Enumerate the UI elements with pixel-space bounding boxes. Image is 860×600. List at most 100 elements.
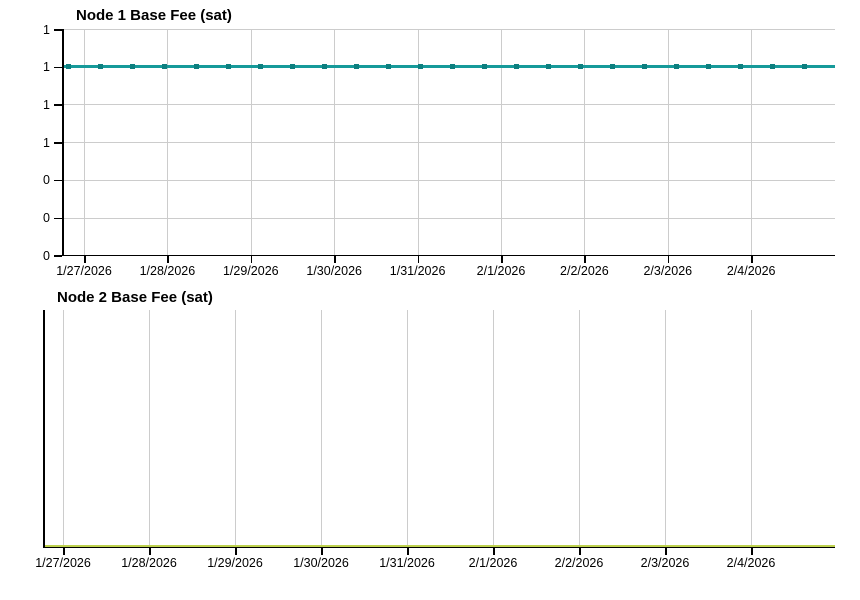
x-tick-mark xyxy=(584,256,586,263)
fee-charts-dashboard: Node 1 Base Fee (sat) 11110001/27/20261/… xyxy=(0,0,860,600)
x-tick-label: 2/1/2026 xyxy=(459,263,543,279)
x-tick-label: 1/27/2026 xyxy=(42,263,126,279)
series-line-node1 xyxy=(62,65,835,68)
data-point-marker xyxy=(258,64,263,69)
chart-title-node1-base-fee: Node 1 Base Fee (sat) xyxy=(76,7,232,24)
x-tick-mark xyxy=(235,548,237,555)
v-gridline xyxy=(149,310,150,547)
y-tick-mark xyxy=(54,142,62,144)
y-tick-mark xyxy=(54,67,62,69)
data-point-marker xyxy=(802,64,807,69)
v-gridline xyxy=(668,29,669,255)
x-tick-label: 1/29/2026 xyxy=(193,555,277,571)
x-tick-mark xyxy=(501,256,503,263)
data-point-marker xyxy=(66,64,71,69)
data-point-marker xyxy=(514,64,519,69)
y-tick-label: 1 xyxy=(16,97,50,113)
x-tick-label: 2/3/2026 xyxy=(626,263,710,279)
data-point-marker xyxy=(194,64,199,69)
h-gridline xyxy=(62,180,835,181)
x-tick-mark xyxy=(418,256,420,263)
y-axis-line xyxy=(43,310,45,547)
x-tick-mark xyxy=(321,548,323,555)
h-gridline xyxy=(62,142,835,143)
data-point-marker xyxy=(546,64,551,69)
x-tick-label: 2/1/2026 xyxy=(451,555,535,571)
x-tick-label: 2/4/2026 xyxy=(709,555,793,571)
x-tick-label: 1/28/2026 xyxy=(125,263,209,279)
y-tick-mark xyxy=(54,218,62,220)
data-point-marker xyxy=(162,64,167,69)
v-gridline xyxy=(63,310,64,547)
v-gridline xyxy=(751,310,752,547)
x-tick-label: 2/2/2026 xyxy=(537,555,621,571)
x-tick-mark xyxy=(251,256,253,263)
y-tick-mark xyxy=(54,255,62,257)
data-point-marker xyxy=(290,64,295,69)
x-tick-mark xyxy=(579,548,581,555)
v-gridline xyxy=(235,310,236,547)
x-tick-mark xyxy=(665,548,667,555)
x-axis-line xyxy=(43,547,835,549)
data-point-marker xyxy=(642,64,647,69)
x-tick-mark xyxy=(668,256,670,263)
v-gridline xyxy=(665,310,666,547)
x-tick-mark xyxy=(167,256,169,263)
x-tick-label: 2/2/2026 xyxy=(542,263,626,279)
x-tick-label: 2/3/2026 xyxy=(623,555,707,571)
v-gridline xyxy=(579,310,580,547)
y-tick-label: 1 xyxy=(16,59,50,75)
v-gridline xyxy=(584,29,585,255)
x-tick-label: 1/30/2026 xyxy=(292,263,376,279)
x-tick-mark xyxy=(751,548,753,555)
x-tick-label: 1/28/2026 xyxy=(107,555,191,571)
data-point-marker xyxy=(482,64,487,69)
v-gridline xyxy=(334,29,335,255)
x-tick-label: 2/4/2026 xyxy=(709,263,793,279)
data-point-marker xyxy=(386,64,391,69)
data-point-marker xyxy=(610,64,615,69)
data-point-marker xyxy=(738,64,743,69)
data-point-marker xyxy=(450,64,455,69)
data-point-marker xyxy=(354,64,359,69)
v-gridline xyxy=(418,29,419,255)
y-tick-label: 1 xyxy=(16,135,50,151)
x-axis-line xyxy=(62,255,835,257)
x-tick-label: 1/31/2026 xyxy=(376,263,460,279)
v-gridline xyxy=(407,310,408,547)
data-point-marker xyxy=(130,64,135,69)
y-axis-line xyxy=(62,29,64,255)
y-tick-mark xyxy=(54,29,62,31)
data-point-marker xyxy=(578,64,583,69)
h-gridline xyxy=(62,218,835,219)
y-tick-label: 0 xyxy=(16,210,50,226)
v-gridline xyxy=(251,29,252,255)
x-tick-label: 1/30/2026 xyxy=(279,555,363,571)
v-gridline xyxy=(501,29,502,255)
data-point-marker xyxy=(322,64,327,69)
v-gridline xyxy=(321,310,322,547)
y-tick-mark xyxy=(54,104,62,106)
x-tick-mark xyxy=(751,256,753,263)
x-tick-mark xyxy=(407,548,409,555)
h-gridline xyxy=(62,104,835,105)
x-tick-mark xyxy=(149,548,151,555)
data-point-marker xyxy=(706,64,711,69)
chart-title-node2-base-fee: Node 2 Base Fee (sat) xyxy=(57,289,213,306)
v-gridline xyxy=(84,29,85,255)
y-tick-label: 1 xyxy=(16,22,50,38)
x-tick-mark xyxy=(84,256,86,263)
x-tick-mark xyxy=(63,548,65,555)
y-tick-mark xyxy=(54,180,62,182)
data-point-marker xyxy=(674,64,679,69)
v-gridline xyxy=(751,29,752,255)
v-gridline xyxy=(493,310,494,547)
x-tick-label: 1/29/2026 xyxy=(209,263,293,279)
data-point-marker xyxy=(418,64,423,69)
v-gridline xyxy=(167,29,168,255)
h-gridline xyxy=(62,29,835,30)
y-tick-label: 0 xyxy=(16,172,50,188)
x-tick-mark xyxy=(493,548,495,555)
data-point-marker xyxy=(98,64,103,69)
y-tick-label: 0 xyxy=(16,248,50,264)
